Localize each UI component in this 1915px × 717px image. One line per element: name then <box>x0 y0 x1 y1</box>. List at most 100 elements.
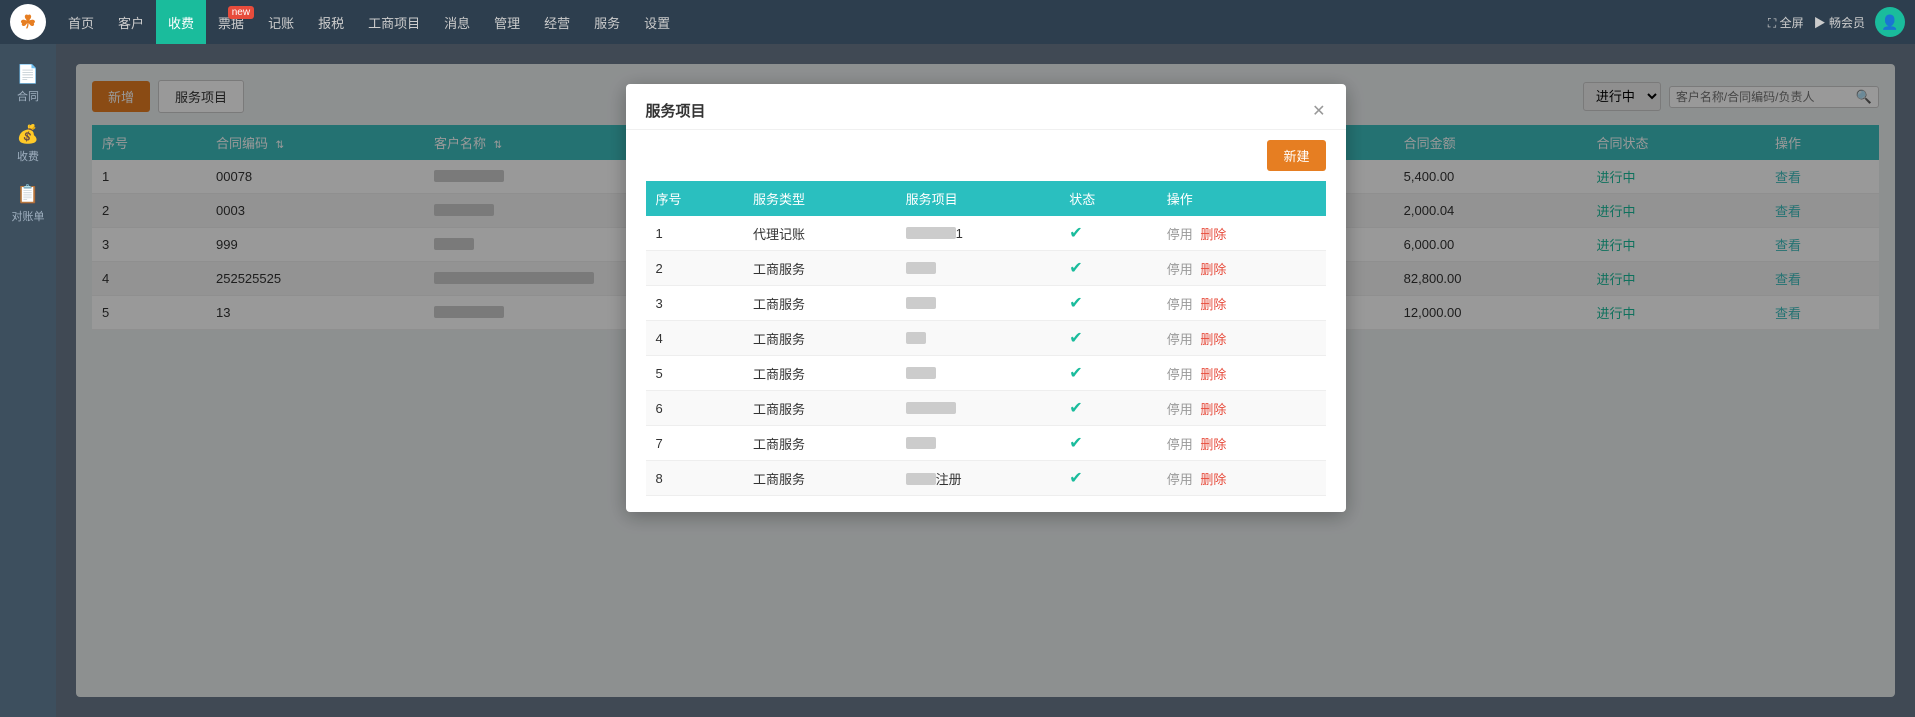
modal-cell-type: 工商服务 <box>743 321 896 356</box>
modal-cell-seq: 5 <box>646 356 743 391</box>
top-nav: ☘ 首页 客户 收费 票据 new 记账 报税 工商项目 消息 管理 经营 服务… <box>0 0 1915 44</box>
disable-button[interactable]: 停用 <box>1167 329 1193 348</box>
nav-client[interactable]: 客户 <box>106 0 156 44</box>
modal-toolbar: 新建 <box>626 130 1346 181</box>
sidebar-label-reconcile: 对账单 <box>12 208 45 224</box>
nav-message[interactable]: 消息 <box>432 0 482 44</box>
modal-table-row: 5 工商服务 ✔ 停用 删除 <box>646 356 1326 391</box>
new-badge: new <box>228 6 254 19</box>
nav-manage[interactable]: 管理 <box>482 0 532 44</box>
left-sidebar: 📄 合同 💰 收费 📋 对账单 <box>0 44 56 717</box>
status-check-icon: ✔ <box>1069 435 1082 452</box>
modal-cell-status: ✔ <box>1059 286 1156 321</box>
modal-cell-status: ✔ <box>1059 461 1156 496</box>
nav-tax[interactable]: 报税 <box>306 0 356 44</box>
modal-header-row: 序号 服务类型 服务项目 状态 操作 <box>646 181 1326 216</box>
status-check-icon: ✔ <box>1069 330 1082 347</box>
modal-cell-type: 工商服务 <box>743 356 896 391</box>
modal-body: 序号 服务类型 服务项目 状态 操作 1 代理记账 1 ✔ 停用 删除 2 工商… <box>626 181 1346 512</box>
modal-cell-status: ✔ <box>1059 216 1156 251</box>
disable-button[interactable]: 停用 <box>1167 294 1193 313</box>
modal-cell-item <box>896 356 1060 391</box>
modal-table-row: 8 工商服务 注册 ✔ 停用 删除 <box>646 461 1326 496</box>
modal-col-item: 服务项目 <box>896 181 1060 216</box>
modal-cell-status: ✔ <box>1059 426 1156 461</box>
disable-button[interactable]: 停用 <box>1167 224 1193 243</box>
nav-fee[interactable]: 收费 <box>156 0 206 44</box>
fullscreen-btn[interactable]: ⛶ 全屏 <box>1768 14 1804 31</box>
delete-button[interactable]: 删除 <box>1200 434 1226 453</box>
modal-title: 服务项目 <box>646 100 706 121</box>
disable-button[interactable]: 停用 <box>1167 259 1193 278</box>
modal-cell-type: 工商服务 <box>743 251 896 286</box>
nav-operation[interactable]: 经营 <box>532 0 582 44</box>
delete-button[interactable]: 删除 <box>1200 224 1226 243</box>
disable-button[interactable]: 停用 <box>1167 434 1193 453</box>
disable-button[interactable]: 停用 <box>1167 364 1193 383</box>
modal-overlay: 服务项目 ✕ 新建 序号 服务类型 服务项目 状态 操作 1 代理记账 <box>56 44 1915 717</box>
nav-commerce[interactable]: 工商项目 <box>356 0 432 44</box>
modal-cell-type: 工商服务 <box>743 426 896 461</box>
modal-new-button[interactable]: 新建 <box>1267 140 1325 171</box>
nav-service[interactable]: 服务 <box>582 0 632 44</box>
delete-button[interactable]: 删除 <box>1200 294 1226 313</box>
disable-button[interactable]: 停用 <box>1167 399 1193 418</box>
modal-col-seq: 序号 <box>646 181 743 216</box>
status-check-icon: ✔ <box>1069 260 1082 277</box>
modal-cell-item <box>896 321 1060 356</box>
modal-cell-seq: 3 <box>646 286 743 321</box>
sidebar-label-fee: 收费 <box>17 148 39 164</box>
delete-button[interactable]: 删除 <box>1200 259 1226 278</box>
service-modal: 服务项目 ✕ 新建 序号 服务类型 服务项目 状态 操作 1 代理记账 <box>626 84 1346 512</box>
modal-cell-type: 工商服务 <box>743 286 896 321</box>
delete-button[interactable]: 删除 <box>1200 329 1226 348</box>
modal-cell-seq: 2 <box>646 251 743 286</box>
contract-icon: 📄 <box>17 64 39 85</box>
modal-col-type: 服务类型 <box>743 181 896 216</box>
modal-table-row: 6 工商服务 ✔ 停用 删除 <box>646 391 1326 426</box>
modal-cell-item <box>896 391 1060 426</box>
modal-cell-actions: 停用 删除 <box>1157 461 1326 496</box>
modal-table-row: 1 代理记账 1 ✔ 停用 删除 <box>646 216 1326 251</box>
service-table: 序号 服务类型 服务项目 状态 操作 1 代理记账 1 ✔ 停用 删除 2 工商… <box>646 181 1326 496</box>
sidebar-label-contract: 合同 <box>17 88 39 104</box>
modal-col-action: 操作 <box>1157 181 1326 216</box>
modal-close-button[interactable]: ✕ <box>1312 101 1325 121</box>
member-btn[interactable]: ▶ 畅会员 <box>1814 14 1865 31</box>
modal-cell-type: 工商服务 <box>743 461 896 496</box>
nav-settings[interactable]: 设置 <box>632 0 682 44</box>
modal-col-status: 状态 <box>1059 181 1156 216</box>
sidebar-item-contract[interactable]: 📄 合同 <box>0 54 56 114</box>
reconcile-icon: 📋 <box>17 184 39 205</box>
sidebar-item-reconcile[interactable]: 📋 对账单 <box>0 174 56 234</box>
avatar[interactable]: 👤 <box>1875 7 1905 37</box>
modal-cell-status: ✔ <box>1059 321 1156 356</box>
nav-bookkeeping[interactable]: 记账 <box>256 0 306 44</box>
modal-table-row: 2 工商服务 ✔ 停用 删除 <box>646 251 1326 286</box>
status-check-icon: ✔ <box>1069 470 1082 487</box>
disable-button[interactable]: 停用 <box>1167 469 1193 488</box>
delete-button[interactable]: 删除 <box>1200 399 1226 418</box>
nav-invoice[interactable]: 票据 new <box>206 0 256 44</box>
modal-cell-type: 工商服务 <box>743 391 896 426</box>
status-check-icon: ✔ <box>1069 295 1082 312</box>
modal-cell-item <box>896 251 1060 286</box>
modal-table-row: 7 工商服务 ✔ 停用 删除 <box>646 426 1326 461</box>
modal-cell-item: 1 <box>896 216 1060 251</box>
modal-cell-seq: 6 <box>646 391 743 426</box>
modal-cell-status: ✔ <box>1059 391 1156 426</box>
delete-button[interactable]: 删除 <box>1200 469 1226 488</box>
modal-cell-actions: 停用 删除 <box>1157 251 1326 286</box>
nav-home[interactable]: 首页 <box>56 0 106 44</box>
sidebar-item-fee[interactable]: 💰 收费 <box>0 114 56 174</box>
fee-icon: 💰 <box>17 124 39 145</box>
status-check-icon: ✔ <box>1069 400 1082 417</box>
modal-cell-actions: 停用 删除 <box>1157 391 1326 426</box>
top-right-area: ⛶ 全屏 ▶ 畅会员 👤 <box>1768 7 1905 37</box>
modal-cell-item: 注册 <box>896 461 1060 496</box>
modal-cell-item <box>896 286 1060 321</box>
modal-cell-actions: 停用 删除 <box>1157 426 1326 461</box>
modal-table-row: 4 工商服务 ✔ 停用 删除 <box>646 321 1326 356</box>
modal-cell-actions: 停用 删除 <box>1157 286 1326 321</box>
delete-button[interactable]: 删除 <box>1200 364 1226 383</box>
